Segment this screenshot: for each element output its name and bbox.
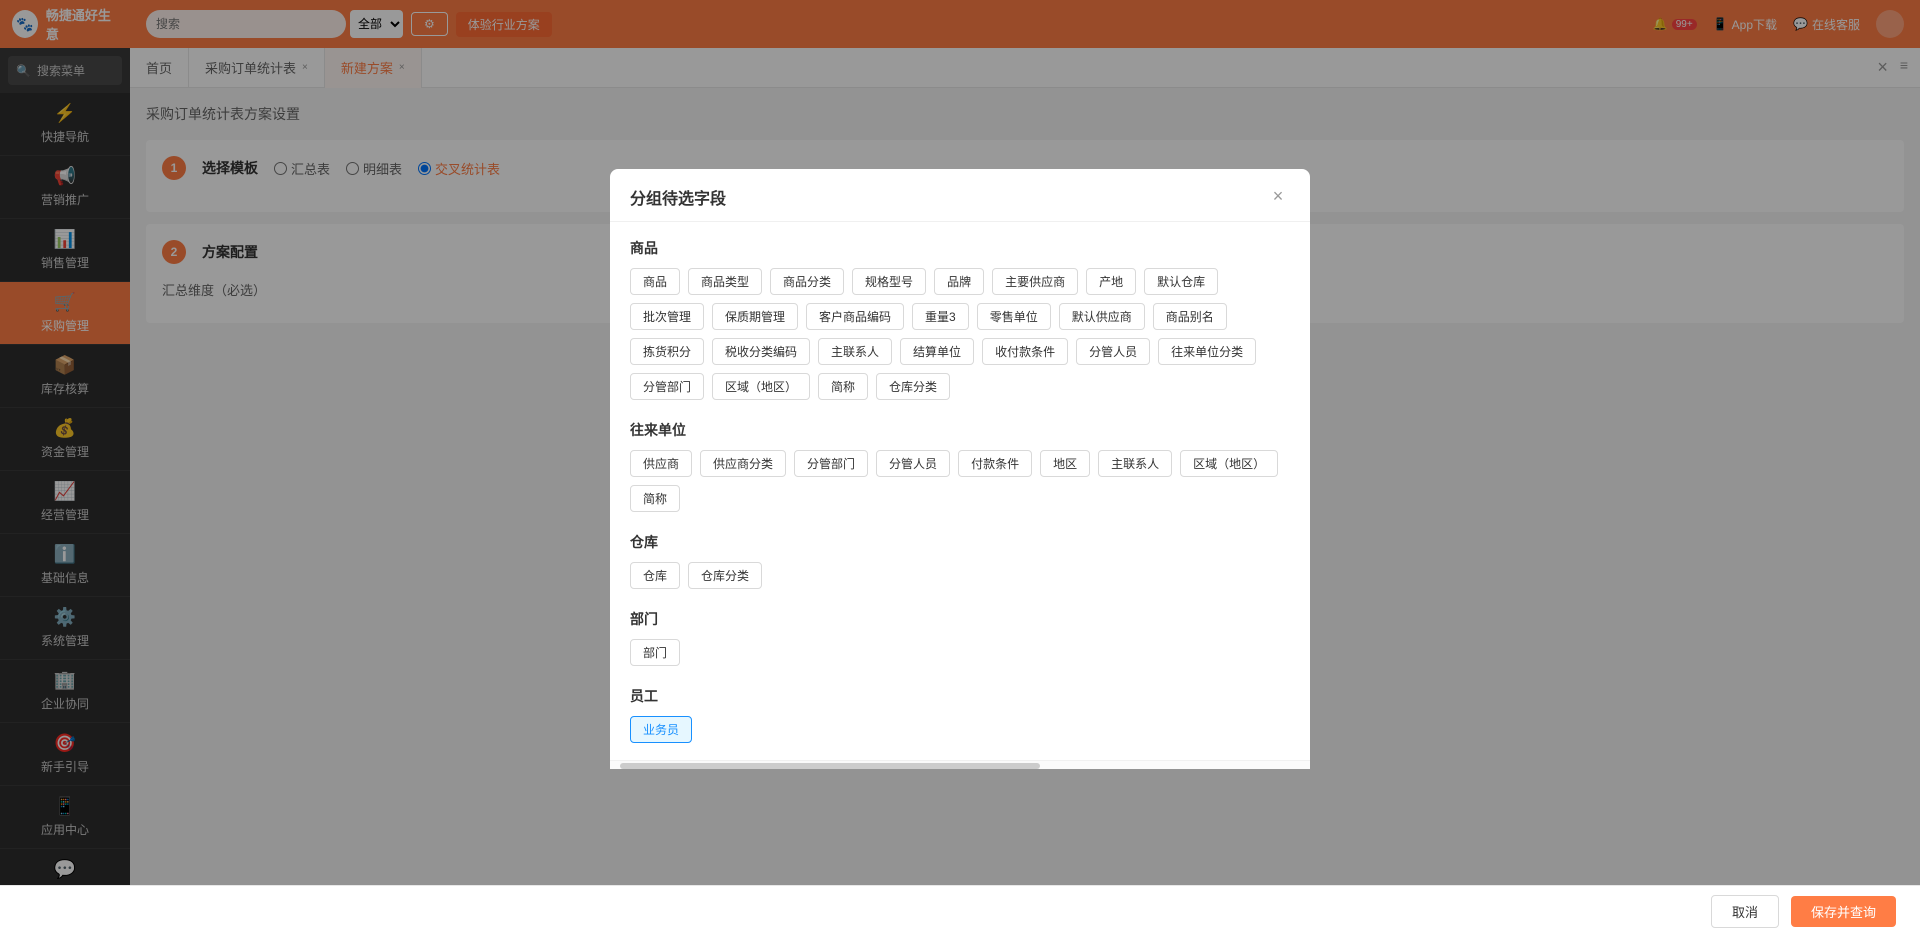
section-employee-tags: 业务员: [630, 716, 1290, 743]
footer-bar: 取消 保存并查询: [0, 885, 1920, 937]
field-tag-salesperson[interactable]: 业务员: [630, 716, 692, 743]
section-employee: 员工 业务员: [630, 686, 1290, 743]
field-tag-manager[interactable]: 分管人员: [1076, 338, 1150, 365]
field-tag-region[interactable]: 区域（地区）: [712, 373, 810, 400]
field-tag-goods-type[interactable]: 商品类型: [688, 268, 762, 295]
field-tag-customer-goods-code[interactable]: 客户商品编码: [806, 303, 904, 330]
modal-title: 分组待选字段: [630, 185, 726, 209]
save-button[interactable]: 保存并查询: [1791, 896, 1896, 927]
section-goods-title: 商品: [630, 238, 1290, 258]
section-warehouse: 仓库 仓库 仓库分类: [630, 532, 1290, 589]
field-tag-supplier[interactable]: 供应商: [630, 450, 692, 477]
field-tag-tax-code[interactable]: 税收分类编码: [712, 338, 810, 365]
section-goods-tags: 商品 商品类型 商品分类 规格型号 品牌 主要供应商 产地 默认仓库 批次管理 …: [630, 268, 1290, 400]
field-tag-supplier-category[interactable]: 供应商分类: [700, 450, 786, 477]
field-tag-default-warehouse[interactable]: 默认仓库: [1144, 268, 1218, 295]
field-tag-retail-unit[interactable]: 零售单位: [977, 303, 1051, 330]
field-tag-contact-abbr[interactable]: 简称: [630, 485, 680, 512]
field-tag-contact-dept[interactable]: 分管部门: [794, 450, 868, 477]
modal-close-button[interactable]: ×: [1266, 185, 1290, 209]
field-tag-warehouse-category[interactable]: 仓库分类: [876, 373, 950, 400]
field-tag-batch-mgmt[interactable]: 批次管理: [630, 303, 704, 330]
section-department-tags: 部门: [630, 639, 1290, 666]
cancel-button[interactable]: 取消: [1711, 895, 1779, 928]
field-tag-warehouse[interactable]: 仓库: [630, 562, 680, 589]
field-tag-dept[interactable]: 分管部门: [630, 373, 704, 400]
modal-header: 分组待选字段 ×: [610, 169, 1310, 222]
field-tag-spec-model[interactable]: 规格型号: [852, 268, 926, 295]
modal-overlay: 分组待选字段 × 商品 商品 商品类型 商品分类 规格型号 品牌 主要供应商 产…: [0, 0, 1920, 937]
field-tag-pay-condition[interactable]: 付款条件: [958, 450, 1032, 477]
field-tag-warehouse-cat[interactable]: 仓库分类: [688, 562, 762, 589]
field-tag-settlement-unit[interactable]: 结算单位: [900, 338, 974, 365]
modal-horizontal-scrollbar[interactable]: [610, 760, 1310, 768]
section-contact-title: 往来单位: [630, 420, 1290, 440]
modal-body[interactable]: 商品 商品 商品类型 商品分类 规格型号 品牌 主要供应商 产地 默认仓库 批次…: [610, 222, 1310, 761]
section-department: 部门 部门: [630, 609, 1290, 666]
field-tag-contact-manager[interactable]: 分管人员: [876, 450, 950, 477]
section-warehouse-title: 仓库: [630, 532, 1290, 552]
field-tag-main-contact[interactable]: 主联系人: [818, 338, 892, 365]
field-tag-goods-alias[interactable]: 商品别名: [1153, 303, 1227, 330]
field-tag-default-supplier[interactable]: 默认供应商: [1059, 303, 1145, 330]
section-goods: 商品 商品 商品类型 商品分类 规格型号 品牌 主要供应商 产地 默认仓库 批次…: [630, 238, 1290, 400]
field-tag-weight3[interactable]: 重量3: [912, 303, 969, 330]
modal-hscroll-thumb[interactable]: [620, 763, 1040, 768]
field-tag-brand[interactable]: 品牌: [934, 268, 984, 295]
field-selection-modal: 分组待选字段 × 商品 商品 商品类型 商品分类 规格型号 品牌 主要供应商 产…: [610, 169, 1310, 769]
field-tag-pick-points[interactable]: 拣货积分: [630, 338, 704, 365]
field-tag-department[interactable]: 部门: [630, 639, 680, 666]
field-tag-main-supplier[interactable]: 主要供应商: [992, 268, 1078, 295]
section-contact: 往来单位 供应商 供应商分类 分管部门 分管人员 付款条件 地区 主联系人 区域…: [630, 420, 1290, 512]
section-department-title: 部门: [630, 609, 1290, 629]
field-tag-goods[interactable]: 商品: [630, 268, 680, 295]
field-tag-contact-main[interactable]: 主联系人: [1098, 450, 1172, 477]
field-tag-payment-terms[interactable]: 收付款条件: [982, 338, 1068, 365]
field-tag-goods-category[interactable]: 商品分类: [770, 268, 844, 295]
field-tag-counterpart-category[interactable]: 往来单位分类: [1158, 338, 1256, 365]
field-tag-shelf-life[interactable]: 保质期管理: [712, 303, 798, 330]
field-tag-abbr[interactable]: 简称: [818, 373, 868, 400]
section-contact-tags: 供应商 供应商分类 分管部门 分管人员 付款条件 地区 主联系人 区域（地区） …: [630, 450, 1290, 512]
field-tag-origin[interactable]: 产地: [1086, 268, 1136, 295]
field-tag-area[interactable]: 地区: [1040, 450, 1090, 477]
section-employee-title: 员工: [630, 686, 1290, 706]
section-warehouse-tags: 仓库 仓库分类: [630, 562, 1290, 589]
field-tag-contact-region[interactable]: 区域（地区）: [1180, 450, 1278, 477]
